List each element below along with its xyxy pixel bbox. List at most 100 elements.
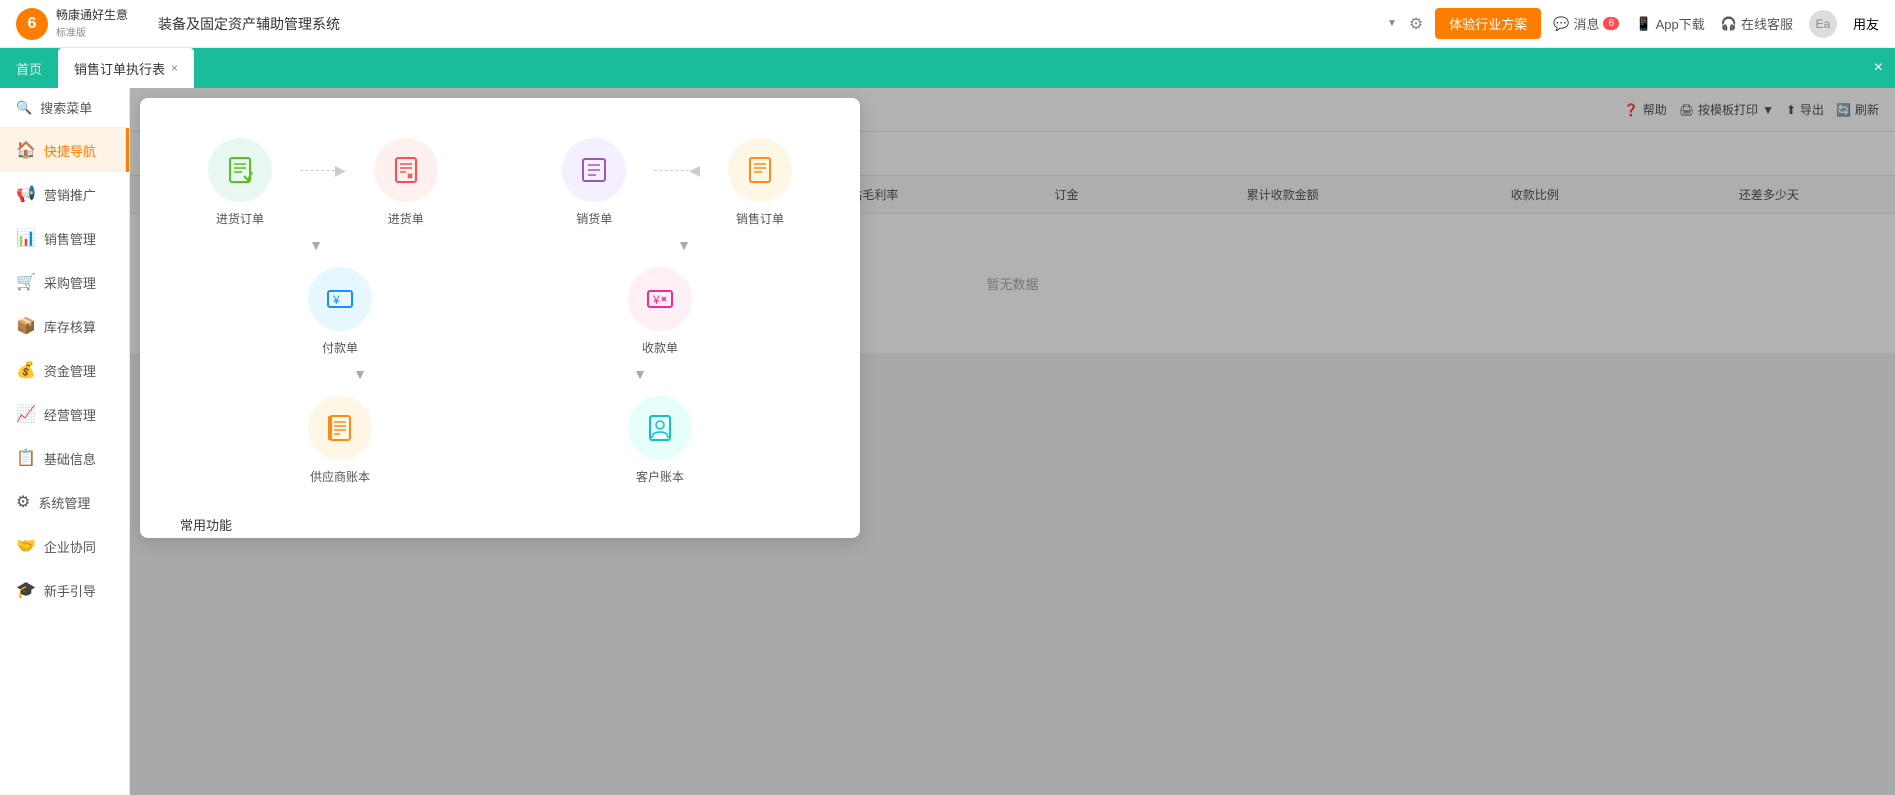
receipt-label: 收款单 [642, 339, 678, 356]
purchase-icon: 🛒 [16, 272, 36, 292]
sale-bill-circle [562, 138, 626, 202]
logo-text-block: 畅康通好生意 标准版 [56, 8, 128, 39]
sidebar: 🔍 搜索菜单 🏠 快捷导航 📢 营销推广 📊 销售管理 🛒 采购管理 📦 库存核… [0, 88, 130, 795]
beginner-label: 新手引导 [44, 581, 96, 600]
sidebar-item-sales[interactable]: 📊 销售管理 [0, 216, 129, 260]
svg-text:¥: ¥ [652, 293, 660, 307]
online-service-btn[interactable]: 🎧 在线客服 [1721, 14, 1793, 33]
receipt-icon: ¥ [644, 283, 676, 315]
inventory-icon: 📦 [16, 316, 36, 336]
avatar-text: Ea [1816, 17, 1831, 31]
content-area: ❓ 帮助 🖨 按模板打印 ▼ ⬆ 导出 🔄 刷新 📅 单据状态 [130, 88, 1895, 795]
customer-ledger-circle [628, 396, 692, 460]
flow-item-payment[interactable]: ¥ 付款单 [280, 267, 400, 356]
sidebar-item-finance[interactable]: 💰 资金管理 [0, 348, 129, 392]
flow-item-sale-order[interactable]: 销售订单 [700, 138, 820, 227]
logo-area: 6 畅康通好生意 标准版 [16, 8, 146, 40]
tab-sales-order[interactable]: 销售订单执行表 × [58, 48, 194, 88]
header-actions: 💬 消息 6 📱 App下载 🎧 在线客服 Ea 用友 [1553, 10, 1879, 38]
app-download-label: App下载 [1656, 14, 1705, 33]
common-functions-title: 常用功能 [180, 515, 820, 534]
sidebar-item-system[interactable]: ⚙ 系统管理 [0, 480, 129, 524]
customer-ledger-label: 客户账本 [636, 468, 684, 485]
purchase-order-circle [208, 138, 272, 202]
quick-nav-icon: 🏠 [16, 140, 36, 160]
tab-sales-order-label: 销售订单执行表 [74, 59, 165, 78]
sidebar-item-purchase[interactable]: 🛒 采购管理 [0, 260, 129, 304]
supplier-ledger-icon [324, 412, 356, 444]
system-label: 系统管理 [38, 493, 90, 512]
username: 用友 [1853, 14, 1879, 33]
purchase-label: 采购管理 [44, 273, 96, 292]
receipt-circle: ¥ [628, 267, 692, 331]
marketing-icon: 📢 [16, 184, 36, 204]
tab-home-label: 首页 [16, 59, 42, 78]
purchase-order-label: 进货订单 [216, 210, 264, 227]
tab-home[interactable]: 首页 [0, 48, 58, 88]
tab-bar-close-btn[interactable]: × [1874, 59, 1895, 77]
quick-nav-label: 快捷导航 [44, 141, 96, 160]
logo-icon: 6 [16, 8, 48, 40]
system-title: 装备及固定资产辅助管理系统 [158, 14, 1375, 34]
flow-item-customer-ledger[interactable]: 客户账本 [600, 396, 720, 485]
download-icon: 📱 [1635, 16, 1651, 32]
message-badge: 6 [1603, 17, 1619, 30]
purchase-bill-circle [374, 138, 438, 202]
settings-icon[interactable]: ⚙ [1409, 14, 1423, 34]
avatar[interactable]: Ea [1809, 10, 1837, 38]
tab-bar: 首页 销售订单执行表 × × [0, 48, 1895, 88]
supplier-ledger-label: 供应商账本 [310, 468, 370, 485]
sidebar-item-marketing[interactable]: 📢 营销推广 [0, 172, 129, 216]
message-btn[interactable]: 💬 消息 6 [1553, 14, 1619, 33]
try-button[interactable]: 体验行业方案 [1435, 8, 1541, 39]
flow-item-supplier-ledger[interactable]: 供应商账本 [280, 396, 400, 485]
enterprise-icon: 🤝 [16, 536, 36, 556]
payment-label: 付款单 [322, 339, 358, 356]
customer-ledger-icon [644, 412, 676, 444]
online-service-label: 在线客服 [1741, 14, 1793, 33]
common-section: 常用功能 商品 往来单位 现存量(库存状况表) 现存量(库存分布表) 销售毛利分… [140, 515, 860, 538]
search-menu-btn[interactable]: 🔍 搜索菜单 [0, 88, 129, 128]
payment-circle: ¥ [308, 267, 372, 331]
flow-item-sale-bill[interactable]: 销货单 [534, 138, 654, 227]
logo-name: 畅康通好生意 [56, 8, 128, 24]
arrow-dashed-2: ◀ [654, 162, 700, 203]
sidebar-item-enterprise[interactable]: 🤝 企业协同 [0, 524, 129, 568]
finance-label: 资金管理 [44, 361, 96, 380]
flow-item-purchase-bill[interactable]: 进货单 [346, 138, 466, 227]
flow-item-purchase-order[interactable]: 进货订单 [180, 138, 300, 227]
logo-char: 6 [28, 15, 37, 33]
sale-bill-icon [578, 154, 610, 186]
beginner-icon: 🎓 [16, 580, 36, 600]
flow-arrows-row: ▼ ▼ [180, 237, 820, 257]
app-download-btn[interactable]: 📱 App下载 [1635, 14, 1704, 33]
finance-icon: 💰 [16, 360, 36, 380]
modal-scroll[interactable]: 进货订单 ▶ [140, 98, 860, 538]
flow-item-receipt[interactable]: ¥ 收款单 [600, 267, 720, 356]
search-icon: 🔍 [16, 100, 32, 116]
svg-text:¥: ¥ [332, 293, 340, 307]
sidebar-item-operations[interactable]: 📈 经营管理 [0, 392, 129, 436]
enterprise-label: 企业协同 [44, 537, 96, 556]
sidebar-item-quick-nav[interactable]: 🏠 快捷导航 [0, 128, 129, 172]
flow-row-3: 供应商账本 [180, 386, 820, 495]
sidebar-item-inventory[interactable]: 📦 库存核算 [0, 304, 129, 348]
flow-row-1: 进货订单 ▶ [180, 128, 820, 237]
marketing-label: 营销推广 [44, 185, 96, 204]
system-title-dropdown[interactable]: ▼ [1387, 18, 1397, 29]
sidebar-item-basic-info[interactable]: 📋 基础信息 [0, 436, 129, 480]
sale-order-label: 销售订单 [736, 210, 784, 227]
top-header: 6 畅康通好生意 标准版 装备及固定资产辅助管理系统 ▼ ⚙ 体验行业方案 💬 … [0, 0, 1895, 48]
sidebar-item-beginner[interactable]: 🎓 新手引导 [0, 568, 129, 612]
flow-row-2: ¥ 付款单 ¥ [180, 257, 820, 366]
system-icon: ⚙ [16, 492, 30, 512]
sale-order-circle [728, 138, 792, 202]
sale-order-icon [744, 154, 776, 186]
main-layout: 🔍 搜索菜单 🏠 快捷导航 📢 营销推广 📊 销售管理 🛒 采购管理 📦 库存核… [0, 88, 1895, 795]
modal-overlay: 进货订单 ▶ [130, 88, 1895, 795]
tab-close-icon[interactable]: × [171, 61, 178, 75]
basic-info-icon: 📋 [16, 448, 36, 468]
search-menu-label: 搜索菜单 [40, 98, 92, 117]
purchase-order-icon [224, 154, 256, 186]
logo-sub: 标准版 [56, 24, 128, 39]
